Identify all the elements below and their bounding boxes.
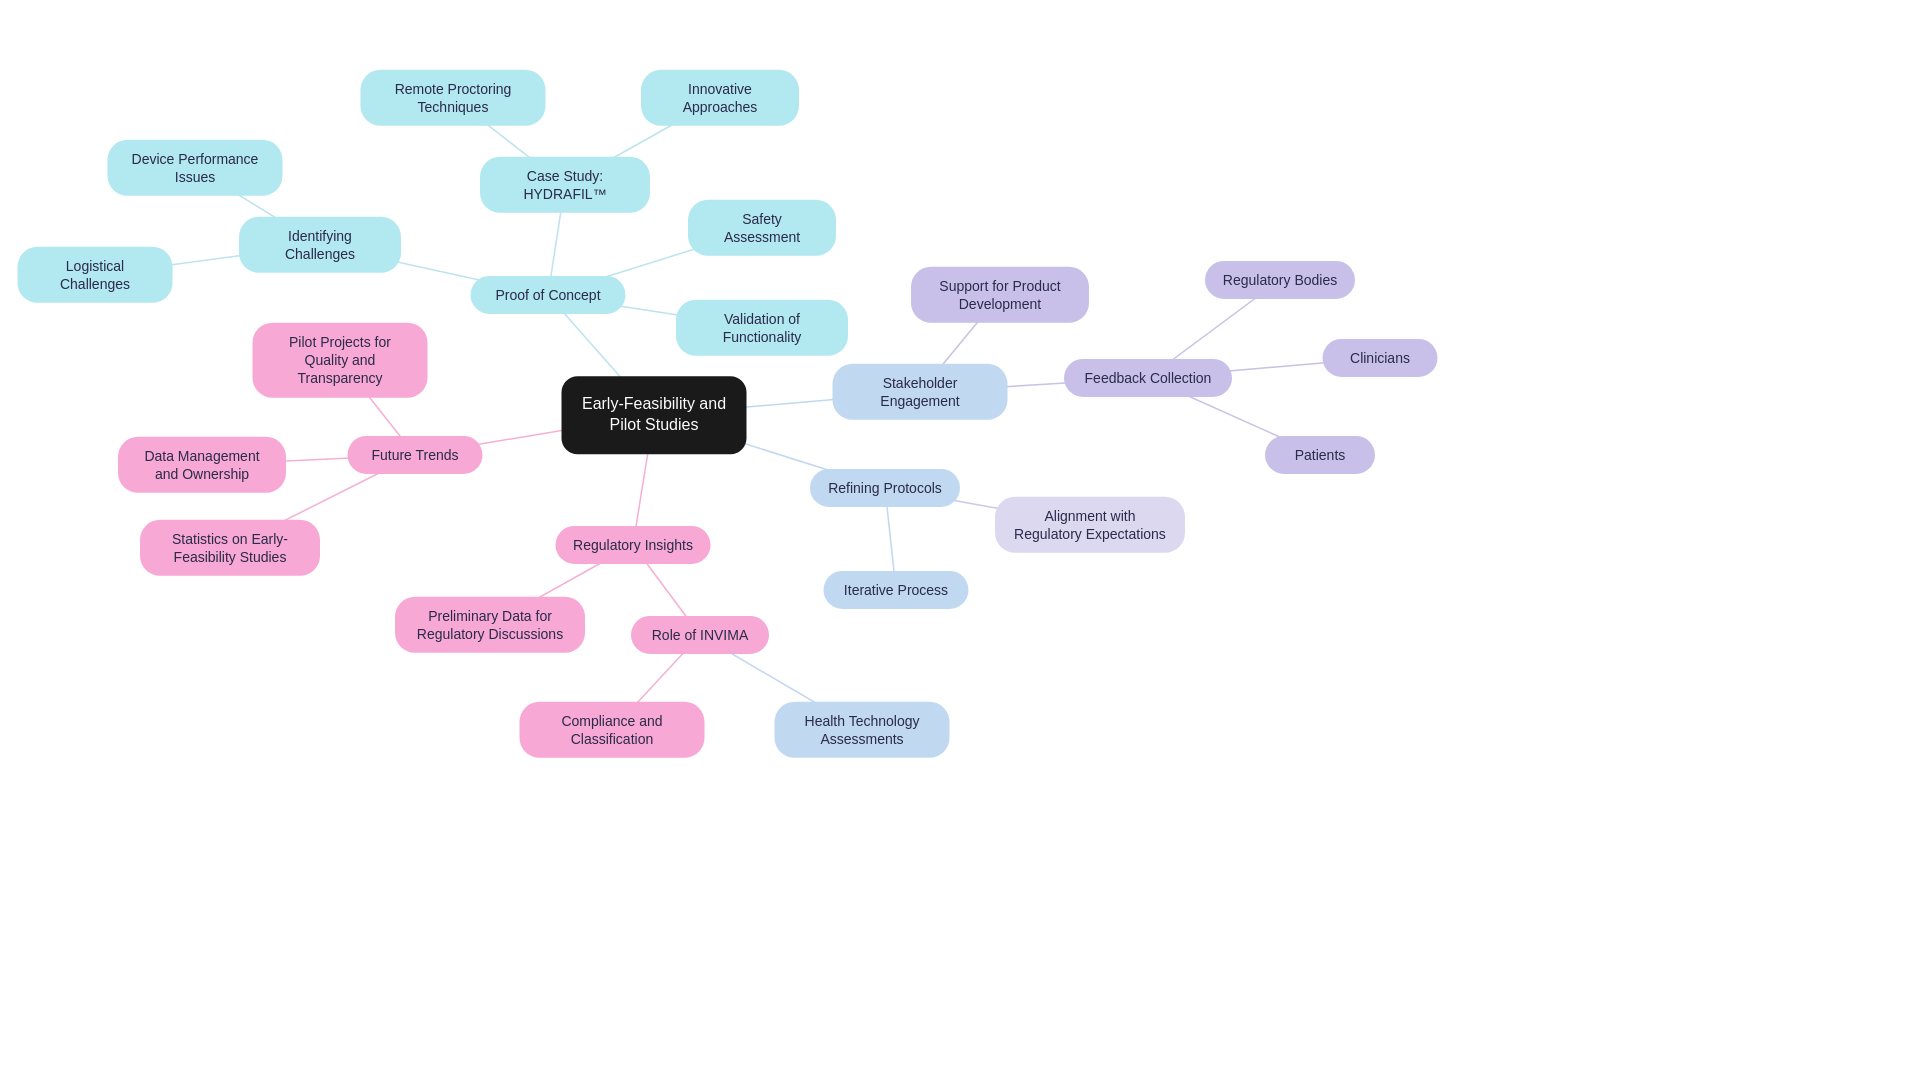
node-case-study[interactable]: Case Study: HYDRAFIL™ [480, 157, 650, 213]
node-identifying-challenges[interactable]: Identifying Challenges [239, 217, 401, 273]
node-device-performance[interactable]: Device Performance Issues [108, 140, 283, 196]
node-feedback-collection[interactable]: Feedback Collection [1064, 359, 1232, 397]
node-safety-assessment[interactable]: Safety Assessment [688, 200, 836, 256]
node-statistics-early[interactable]: Statistics on Early-Feasibility Studies [140, 520, 320, 576]
node-future-trends[interactable]: Future Trends [348, 436, 483, 474]
node-iterative-process[interactable]: Iterative Process [824, 571, 969, 609]
node-center[interactable]: Early-Feasibility and Pilot Studies [562, 376, 747, 454]
node-pilot-projects[interactable]: Pilot Projects for Quality and Transpare… [253, 323, 428, 398]
node-patients[interactable]: Patients [1265, 436, 1375, 474]
node-preliminary-data[interactable]: Preliminary Data for Regulatory Discussi… [395, 597, 585, 653]
node-refining-protocols[interactable]: Refining Protocols [810, 469, 960, 507]
node-data-management[interactable]: Data Management and Ownership [118, 437, 286, 493]
node-role-invima[interactable]: Role of INVIMA [631, 616, 769, 654]
node-stakeholder-engagement[interactable]: Stakeholder Engagement [833, 364, 1008, 420]
node-logistical-challenges[interactable]: Logistical Challenges [18, 247, 173, 303]
node-support-product[interactable]: Support for Product Development [911, 267, 1089, 323]
node-remote-proctoring[interactable]: Remote Proctoring Techniques [361, 70, 546, 126]
node-regulatory-bodies[interactable]: Regulatory Bodies [1205, 261, 1355, 299]
node-clinicians[interactable]: Clinicians [1323, 339, 1438, 377]
node-regulatory-insights[interactable]: Regulatory Insights [556, 526, 711, 564]
mindmap-container: Early-Feasibility and Pilot Studies Proof… [0, 0, 1920, 1083]
node-compliance-classification[interactable]: Compliance and Classification [520, 702, 705, 758]
node-innovative-approaches[interactable]: Innovative Approaches [641, 70, 799, 126]
node-alignment-regulatory[interactable]: Alignment with Regulatory Expectations [995, 497, 1185, 553]
node-proof-of-concept[interactable]: Proof of Concept [471, 276, 626, 314]
node-health-tech[interactable]: Health Technology Assessments [775, 702, 950, 758]
node-validation-functionality[interactable]: Validation of Functionality [676, 300, 848, 356]
